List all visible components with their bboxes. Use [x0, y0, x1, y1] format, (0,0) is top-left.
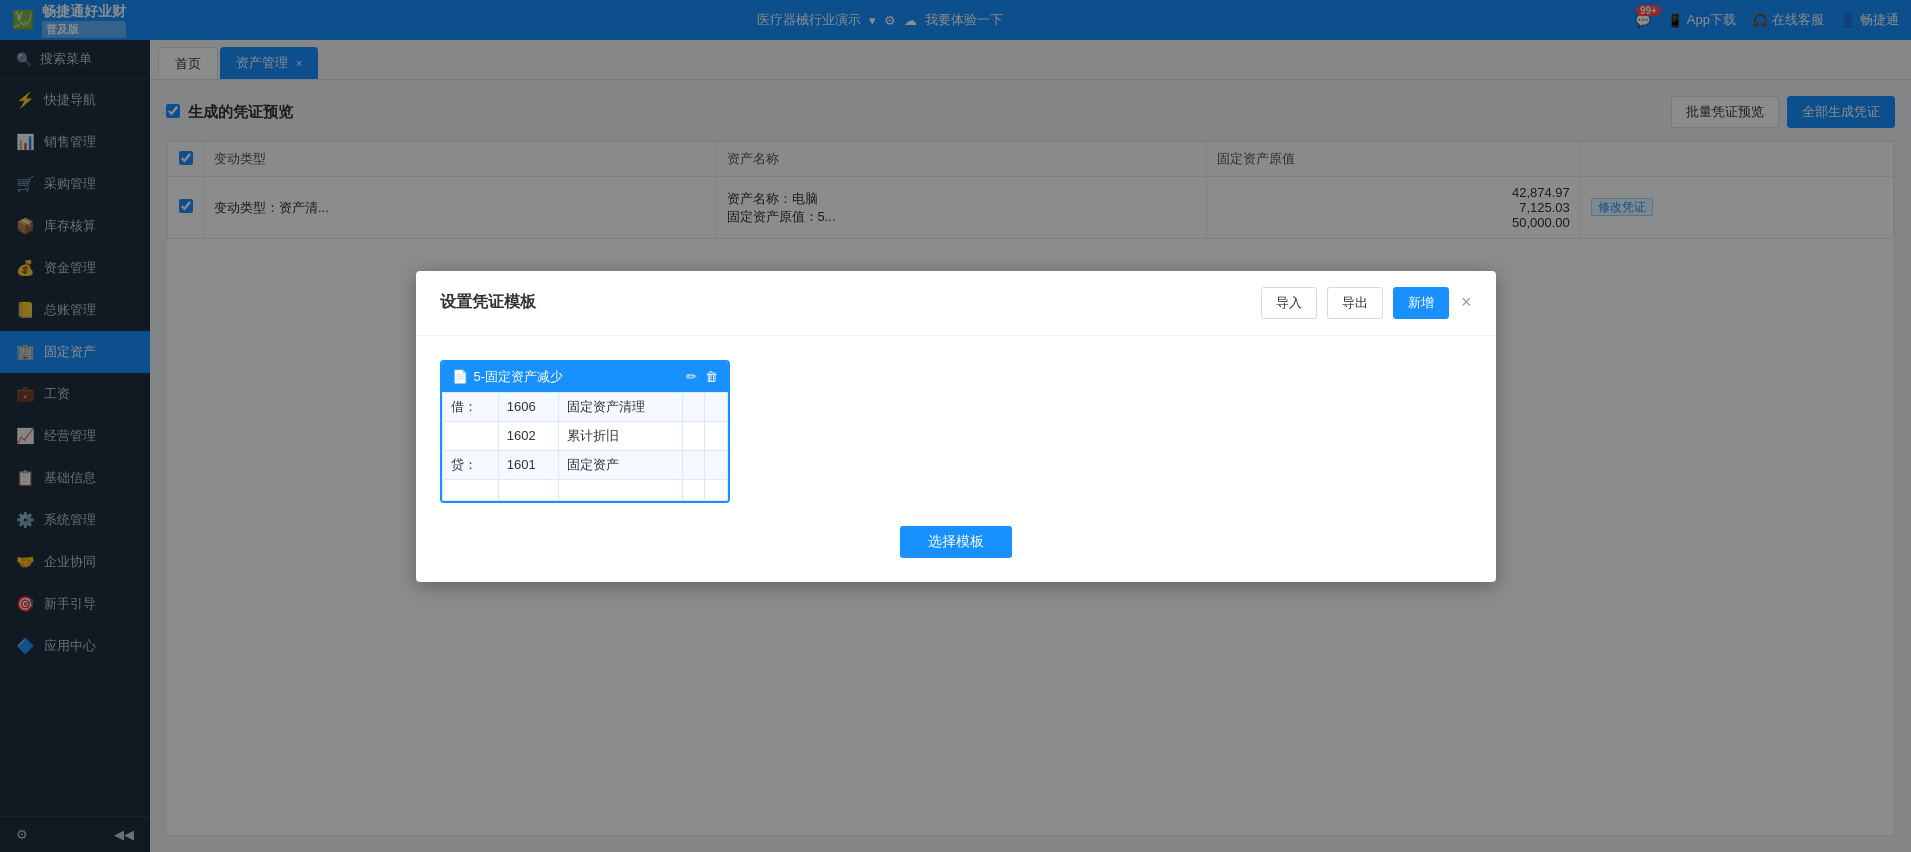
debit-col-4b	[683, 421, 705, 450]
template-row: 1602 累计折旧	[442, 421, 727, 450]
debit-col-5	[705, 392, 727, 421]
empty-1	[442, 479, 498, 500]
debit-code-2: 1602	[498, 421, 558, 450]
credit-col-4	[683, 450, 705, 479]
template-edit-icon[interactable]: ✏	[686, 369, 697, 384]
template-row-empty	[442, 479, 727, 500]
modal-backdrop: 设置凭证模板 导入 导出 新增 × 📄 5-固定资产减少 ✏	[0, 0, 1911, 852]
modal-close-btn[interactable]: ×	[1461, 292, 1472, 313]
select-template-btn[interactable]: 选择模板	[900, 526, 1012, 558]
template-entries-table: 借： 1606 固定资产清理 1602 累计折旧	[442, 392, 728, 501]
template-delete-icon[interactable]: 🗑	[705, 369, 718, 384]
template-doc-icon: 📄	[452, 369, 468, 384]
modal-title: 设置凭证模板	[440, 292, 536, 313]
template-card-title-area: 📄 5-固定资产减少	[452, 368, 564, 386]
debit-label: 借：	[442, 392, 498, 421]
empty-4	[683, 479, 705, 500]
set-template-modal: 设置凭证模板 导入 导出 新增 × 📄 5-固定资产减少 ✏	[416, 271, 1496, 582]
debit-name-2: 累计折旧	[558, 421, 682, 450]
empty-3	[558, 479, 682, 500]
template-card-header: 📄 5-固定资产减少 ✏ 🗑	[442, 362, 728, 392]
debit-col-4	[683, 392, 705, 421]
import-btn[interactable]: 导入	[1261, 287, 1317, 319]
empty-5	[705, 479, 727, 500]
export-btn[interactable]: 导出	[1327, 287, 1383, 319]
template-row: 贷： 1601 固定资产	[442, 450, 727, 479]
debit-label-2	[442, 421, 498, 450]
modal-header-actions: 导入 导出 新增	[1261, 287, 1449, 319]
new-btn[interactable]: 新增	[1393, 287, 1449, 319]
credit-code-1: 1601	[498, 450, 558, 479]
credit-col-5	[705, 450, 727, 479]
modal-body: 📄 5-固定资产减少 ✏ 🗑 借： 1606 固定资产清理	[416, 336, 1496, 582]
debit-col-5b	[705, 421, 727, 450]
debit-name-1: 固定资产清理	[558, 392, 682, 421]
credit-label: 贷：	[442, 450, 498, 479]
debit-code-1: 1606	[498, 392, 558, 421]
modal-header: 设置凭证模板 导入 导出 新增 ×	[416, 271, 1496, 336]
template-card-actions: ✏ 🗑	[686, 369, 718, 384]
empty-2	[498, 479, 558, 500]
template-row: 借： 1606 固定资产清理	[442, 392, 727, 421]
template-name: 5-固定资产减少	[474, 368, 564, 386]
credit-name-1: 固定资产	[558, 450, 682, 479]
template-card: 📄 5-固定资产减少 ✏ 🗑 借： 1606 固定资产清理	[440, 360, 730, 503]
